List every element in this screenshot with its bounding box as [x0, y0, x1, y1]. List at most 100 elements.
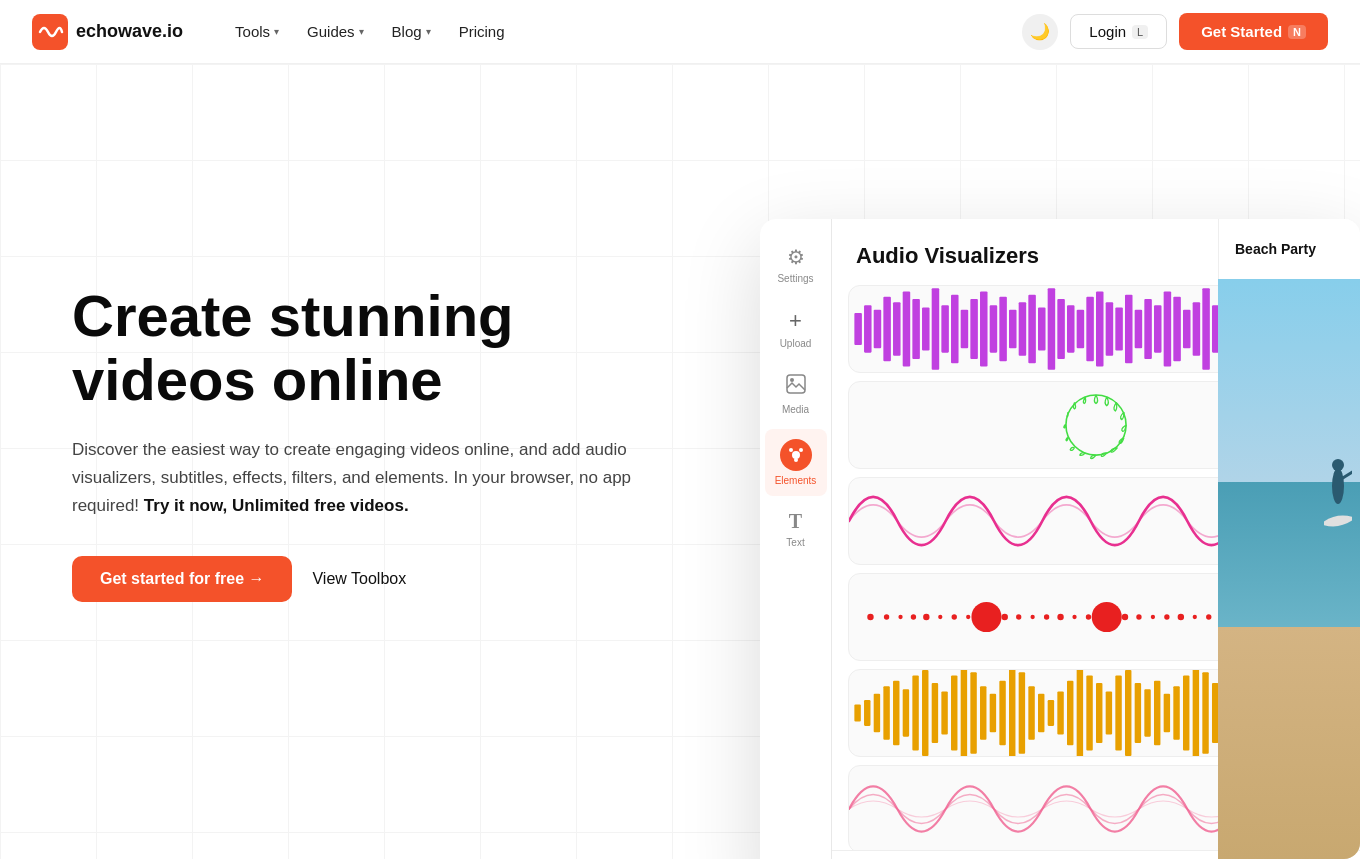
svg-rect-98: [941, 692, 947, 735]
login-kbd: L: [1132, 25, 1148, 39]
svg-point-2: [790, 378, 794, 382]
svg-rect-26: [1038, 308, 1046, 351]
nav-pricing[interactable]: Pricing: [447, 15, 517, 48]
svg-point-78: [1193, 615, 1197, 619]
svg-rect-37: [1144, 299, 1152, 359]
get-started-nav-button[interactable]: Get Started N: [1179, 13, 1328, 50]
hero-subtitle: Discover the easiest way to create engag…: [72, 436, 652, 520]
login-label: Login: [1089, 23, 1126, 40]
svg-point-70: [1072, 615, 1076, 619]
beach-bg: [1218, 279, 1360, 859]
svg-rect-30: [1077, 310, 1085, 349]
svg-rect-90: [864, 700, 870, 726]
nav-right: 🌙 Login L Get Started N: [1022, 13, 1328, 50]
svg-point-142: [1332, 459, 1344, 471]
svg-rect-100: [961, 670, 967, 756]
svg-rect-8: [864, 305, 872, 352]
svg-rect-117: [1125, 670, 1131, 756]
settings-icon: ⚙: [787, 245, 805, 269]
svg-rect-41: [1183, 310, 1191, 349]
svg-point-79: [1206, 614, 1211, 619]
svg-point-4: [789, 448, 793, 452]
svg-rect-9: [874, 310, 882, 349]
svg-point-67: [1030, 615, 1034, 619]
svg-rect-35: [1125, 295, 1133, 364]
svg-point-56: [867, 614, 873, 620]
svg-rect-27: [1048, 288, 1056, 370]
svg-point-5: [799, 448, 803, 452]
dark-mode-toggle[interactable]: 🌙: [1022, 14, 1058, 50]
svg-rect-43: [1202, 288, 1210, 370]
elements-circle-icon: [780, 439, 812, 471]
get-started-hero-button[interactable]: Get started for free →: [72, 556, 292, 602]
tools-chevron: ▾: [274, 26, 279, 37]
svg-point-73: [1122, 614, 1128, 620]
svg-rect-18: [961, 310, 969, 349]
nav-blog[interactable]: Blog ▾: [380, 15, 443, 48]
svg-rect-109: [1048, 700, 1054, 726]
svg-rect-31: [1086, 297, 1094, 361]
logo-text: echowave.io: [76, 21, 183, 42]
sidebar-item-upload[interactable]: + Upload: [765, 298, 827, 359]
svg-rect-123: [1183, 675, 1189, 750]
svg-rect-14: [922, 308, 930, 351]
svg-rect-20: [980, 291, 988, 366]
hero-section: Create stunning videos online Discover t…: [0, 64, 1360, 859]
svg-rect-40: [1173, 297, 1181, 361]
media-label: Media: [782, 404, 809, 415]
guides-chevron: ▾: [359, 26, 364, 37]
svg-point-66: [1016, 614, 1021, 619]
logo-link[interactable]: echowave.io: [32, 14, 183, 50]
svg-point-63: [966, 615, 970, 619]
sidebar-item-media[interactable]: Media: [765, 363, 827, 425]
blog-label: Blog: [392, 23, 422, 40]
svg-rect-124: [1193, 670, 1199, 756]
sidebar-item-text[interactable]: T Text: [765, 500, 827, 558]
svg-point-60: [923, 614, 929, 620]
svg-rect-119: [1144, 689, 1150, 736]
svg-point-6: [794, 458, 798, 462]
svg-rect-13: [912, 299, 920, 359]
svg-point-72: [1092, 602, 1122, 632]
svg-rect-103: [990, 694, 996, 733]
sidebar-item-elements[interactable]: Elements: [765, 429, 827, 496]
hero-cta-bold: Try it now, Unlimited free videos.: [144, 496, 409, 515]
svg-rect-118: [1135, 683, 1141, 743]
get-started-nav-label: Get Started: [1201, 23, 1282, 40]
media-icon: [785, 373, 807, 400]
svg-rect-99: [951, 675, 957, 750]
nav-guides[interactable]: Guides ▾: [295, 15, 376, 48]
nav-tools[interactable]: Tools ▾: [223, 15, 291, 48]
svg-rect-21: [990, 305, 998, 352]
svg-point-69: [1057, 614, 1063, 620]
svg-point-62: [952, 614, 957, 619]
svg-rect-116: [1115, 675, 1121, 750]
svg-rect-32: [1096, 291, 1104, 366]
view-toolbox-button[interactable]: View Toolbox: [312, 570, 406, 588]
svg-rect-108: [1038, 694, 1044, 733]
upload-label: Upload: [780, 338, 812, 349]
svg-rect-93: [893, 681, 899, 745]
tools-label: Tools: [235, 23, 270, 40]
svg-rect-104: [999, 681, 1005, 745]
svg-rect-106: [1019, 672, 1025, 754]
hero-title: Create stunning videos online: [72, 284, 652, 412]
sidebar-item-settings[interactable]: ⚙ Settings: [765, 235, 827, 294]
svg-rect-22: [999, 297, 1007, 361]
svg-rect-36: [1135, 310, 1143, 349]
svg-rect-105: [1009, 670, 1015, 756]
beach-preview-image: [1218, 279, 1360, 859]
svg-point-57: [884, 614, 889, 619]
svg-rect-121: [1164, 694, 1170, 733]
svg-rect-19: [970, 299, 978, 359]
svg-point-71: [1086, 614, 1091, 619]
svg-rect-125: [1202, 672, 1208, 754]
preview-header: Beach Party: [1218, 219, 1360, 279]
svg-rect-23: [1009, 310, 1017, 349]
svg-point-75: [1151, 615, 1155, 619]
svg-point-3: [792, 451, 800, 459]
text-icon: T: [789, 510, 802, 533]
login-button[interactable]: Login L: [1070, 14, 1167, 49]
guides-label: Guides: [307, 23, 355, 40]
svg-rect-94: [903, 689, 909, 736]
